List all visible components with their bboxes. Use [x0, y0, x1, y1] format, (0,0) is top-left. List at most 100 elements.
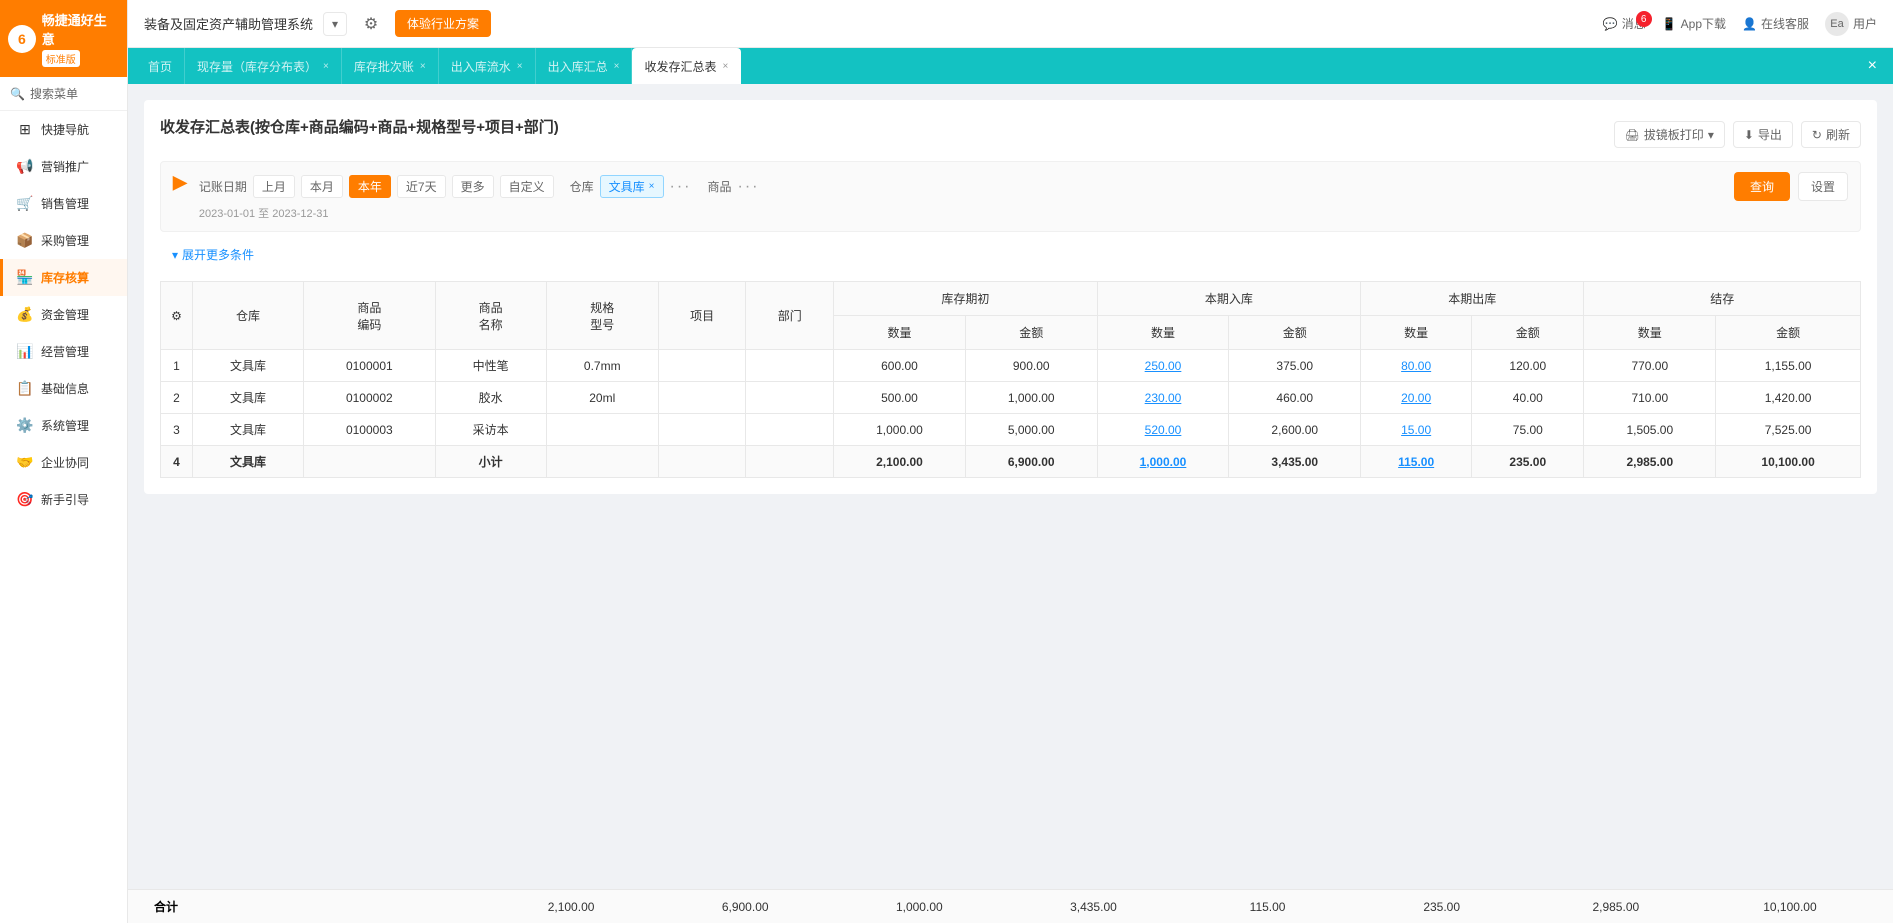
tab-bar: 首页 现存量（库存分布表） × 库存批次账 × 出入库流水 × 出入库汇总 × … [128, 48, 1893, 84]
cell-in-amt: 2,600.00 [1229, 414, 1361, 446]
cell-out-qty[interactable]: 115.00 [1361, 446, 1472, 478]
cell-out-qty[interactable]: 80.00 [1361, 350, 1472, 382]
date-btn-more[interactable]: 更多 [452, 175, 494, 198]
sidebar-item-label: 新手引导 [41, 491, 89, 508]
expand-conditions-button[interactable]: ▾ 展开更多条件 [160, 240, 1861, 269]
date-btn-7days[interactable]: 近7天 [397, 175, 446, 198]
sidebar-item-finance[interactable]: 💰 资金管理 [0, 296, 127, 333]
cell-seq: 3 [161, 414, 193, 446]
expand-icon: ▾ [172, 248, 178, 262]
warehouse-ellipsis[interactable]: ··· [670, 178, 692, 196]
system-dropdown[interactable]: ▾ [323, 12, 347, 36]
app-download-button[interactable]: 📱 App下载 [1662, 15, 1726, 32]
sidebar-item-sales[interactable]: 🛒 销售管理 [0, 185, 127, 222]
col-project: 项目 [658, 282, 746, 350]
sidebar-logo[interactable]: 6 畅捷通好生意 标准版 [0, 0, 127, 77]
sidebar-item-purchase[interactable]: 📦 采购管理 [0, 222, 127, 259]
tab-recv-send[interactable]: 收发存汇总表 × [632, 48, 741, 84]
date-btn-this-year[interactable]: 本年 [349, 175, 391, 198]
sidebar-item-business[interactable]: 📊 经营管理 [0, 333, 127, 370]
user-avatar: Ea [1825, 12, 1849, 36]
cell-product-code: 0100001 [303, 350, 435, 382]
sidebar-item-quick-nav[interactable]: ⊞ 快捷导航 [0, 111, 127, 148]
cell-project [658, 446, 746, 478]
base-info-icon: 📋 [17, 381, 33, 397]
tab-home[interactable]: 首页 [136, 48, 185, 84]
sidebar-item-label: 库存核算 [41, 269, 89, 286]
cell-in-qty[interactable]: 230.00 [1097, 382, 1229, 414]
cell-in-amt: 460.00 [1229, 382, 1361, 414]
refresh-button[interactable]: ↻ 刷新 [1801, 121, 1861, 148]
user-profile-button[interactable]: Ea 用户 [1825, 12, 1877, 36]
cell-spec [546, 446, 658, 478]
online-support-icon: 👤 [1742, 17, 1757, 31]
cell-product-code: 0100002 [303, 382, 435, 414]
tab-bar-close-button[interactable]: × [1860, 57, 1885, 75]
warehouse-tag-close[interactable]: × [649, 181, 655, 192]
tab-stock-dist[interactable]: 现存量（库存分布表） × [185, 48, 342, 84]
tab-batch[interactable]: 库存批次账 × [342, 48, 439, 84]
page-container: 收发存汇总表(按仓库+商品编码+商品+规格型号+项目+部门) 🖨 拔镜板打印 ▾… [144, 100, 1877, 494]
col-current-in: 本期入库 [1097, 282, 1361, 316]
online-support-button[interactable]: 👤 在线客服 [1742, 15, 1809, 32]
table-container: ⚙ 仓库 商品编码 商品名称 规格型号 项目 部门 库存期初 本期入库 本期出库… [160, 281, 1861, 478]
cell-in-qty[interactable]: 250.00 [1097, 350, 1229, 382]
business-icon: 📊 [17, 344, 33, 360]
purchase-icon: 📦 [17, 233, 33, 249]
sidebar-item-marketing[interactable]: 📢 营销推广 [0, 148, 127, 185]
cell-bal-qty: 2,985.00 [1584, 446, 1716, 478]
cell-in-amt: 375.00 [1229, 350, 1361, 382]
enterprise-icon: 🤝 [17, 455, 33, 471]
tab-flow[interactable]: 出入库流水 × [439, 48, 536, 84]
sidebar-item-guide[interactable]: 🎯 新手引导 [0, 481, 127, 518]
settings-gear-button[interactable]: ⚙ [357, 10, 385, 38]
query-button[interactable]: 查询 [1734, 172, 1790, 201]
experience-button[interactable]: 体验行业方案 [395, 10, 491, 37]
message-button[interactable]: 💬 消息 6 [1603, 15, 1646, 32]
column-settings-button[interactable]: 设置 [1798, 172, 1848, 201]
print-button[interactable]: 🖨 拔镜板打印 ▾ [1614, 121, 1725, 148]
export-button[interactable]: ⬇ 导出 [1733, 121, 1793, 148]
top-header: 装备及固定资产辅助管理系统 ▾ ⚙ 体验行业方案 💬 消息 6 📱 App下载 … [128, 0, 1893, 48]
sidebar-item-inventory[interactable]: 🏪 库存核算 [0, 259, 127, 296]
sidebar-search[interactable]: 🔍 搜索菜单 [0, 77, 127, 111]
filter-toggle-button[interactable]: ▶ [173, 172, 187, 193]
cell-bal-amt: 1,155.00 [1716, 350, 1861, 382]
table-row: 4文具库小计2,100.006,900.001,000.003,435.0011… [161, 446, 1861, 478]
warehouse-tag: 文具库 × [600, 175, 664, 198]
cell-bal-amt: 7,525.00 [1716, 414, 1861, 446]
product-ellipsis[interactable]: ··· [738, 178, 760, 196]
cell-spec: 20ml [546, 382, 658, 414]
col-opening-qty: 数量 [834, 316, 966, 350]
cell-in-qty[interactable]: 520.00 [1097, 414, 1229, 446]
tab-summary[interactable]: 出入库汇总 × [536, 48, 633, 84]
tab-flow-close[interactable]: × [517, 61, 523, 72]
finance-icon: 💰 [17, 307, 33, 323]
tab-stock-dist-close[interactable]: × [323, 61, 329, 72]
logo-line1: 畅捷通好生意 [42, 10, 119, 48]
app-download-icon: 📱 [1662, 17, 1677, 31]
search-icon: 🔍 [10, 87, 25, 101]
tab-batch-close[interactable]: × [420, 61, 426, 72]
app-download-label: App下载 [1681, 15, 1726, 32]
date-btn-custom[interactable]: 自定义 [500, 175, 554, 198]
inventory-icon: 🏪 [17, 270, 33, 286]
cell-out-qty[interactable]: 20.00 [1361, 382, 1472, 414]
date-btn-last-month[interactable]: 上月 [253, 175, 295, 198]
cell-department [746, 414, 834, 446]
date-btn-this-month[interactable]: 本月 [301, 175, 343, 198]
tab-recv-send-close[interactable]: × [722, 61, 728, 72]
sidebar-item-system[interactable]: ⚙️ 系统管理 [0, 407, 127, 444]
sidebar-item-label: 资金管理 [41, 306, 89, 323]
sales-icon: 🛒 [17, 196, 33, 212]
cell-out-qty[interactable]: 15.00 [1361, 414, 1472, 446]
sidebar-item-base-info[interactable]: 📋 基础信息 [0, 370, 127, 407]
sidebar-item-enterprise[interactable]: 🤝 企业协同 [0, 444, 127, 481]
tab-summary-close[interactable]: × [614, 61, 620, 72]
cell-opening-amt: 5,000.00 [965, 414, 1097, 446]
tab-recv-send-label: 收发存汇总表 [644, 58, 716, 75]
cell-warehouse: 文具库 [193, 414, 304, 446]
cell-in-qty[interactable]: 1,000.00 [1097, 446, 1229, 478]
cell-opening-qty: 500.00 [834, 382, 966, 414]
col-settings: ⚙ [161, 282, 193, 350]
